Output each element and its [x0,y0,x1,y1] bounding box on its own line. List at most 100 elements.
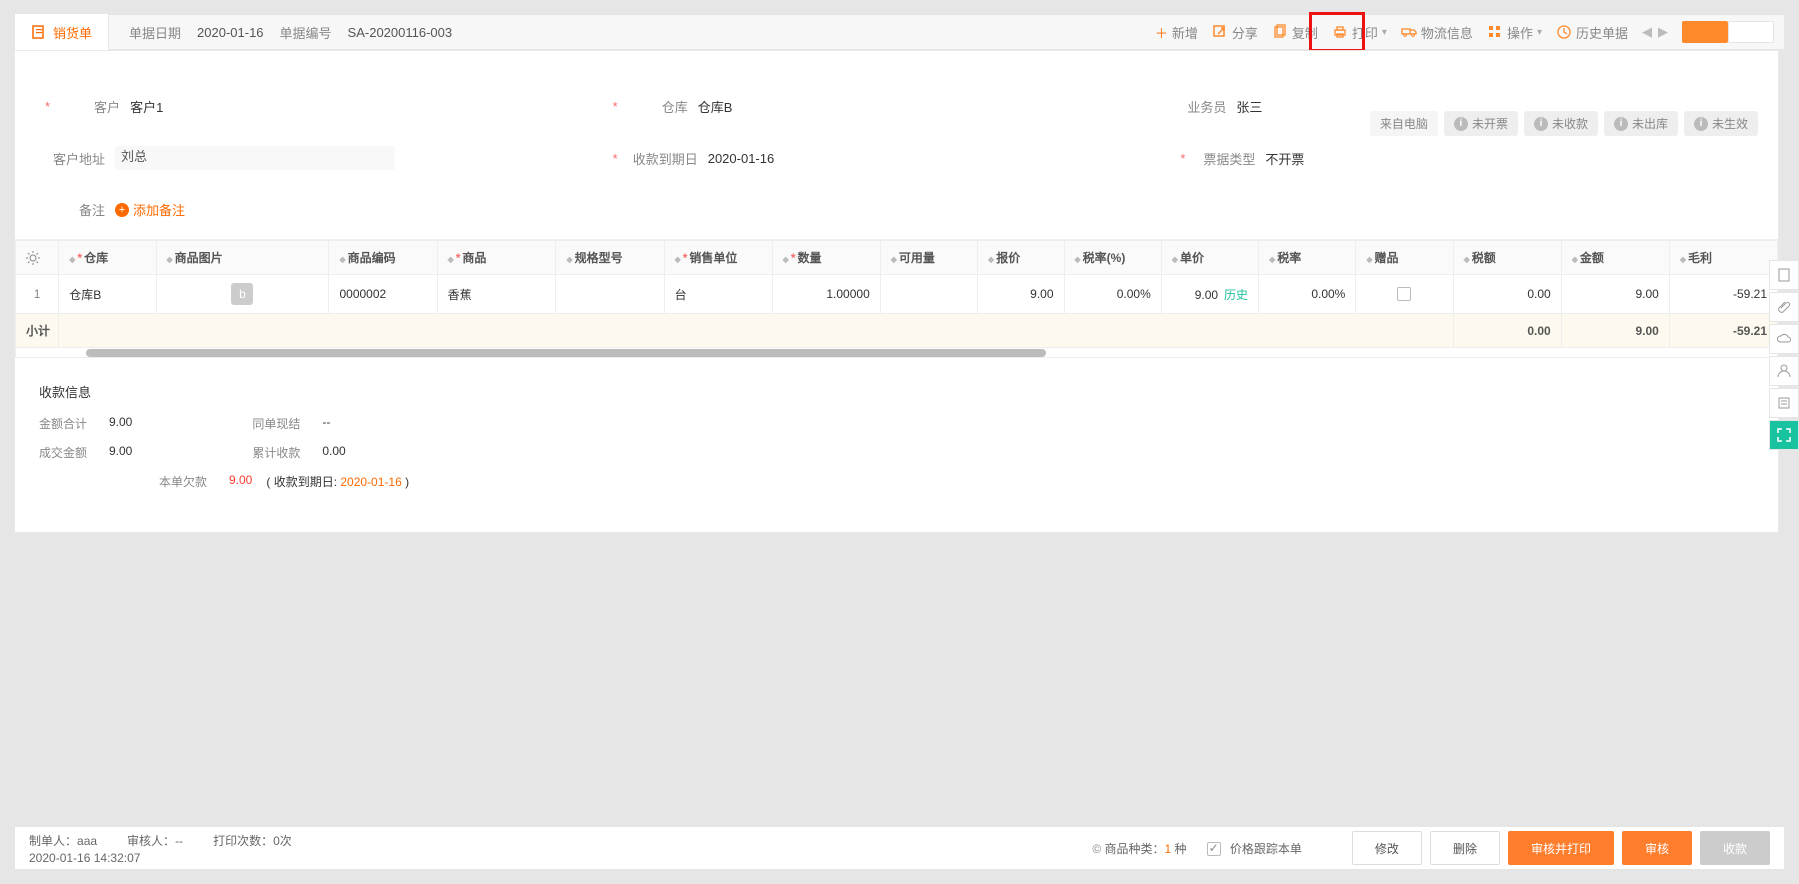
payinfo-title: 收款信息 [39,382,1748,401]
total-amount: 9.00 [109,415,132,432]
next-record[interactable]: ▶ [1658,24,1668,40]
cloud-icon [1776,331,1792,347]
status-inactive[interactable]: i未生效 [1684,111,1758,136]
chevron-down-icon: ▾ [1382,27,1387,38]
address-value[interactable]: 刘总 [115,146,395,170]
cell-product: 香蕉 [437,275,556,314]
info-icon: i [1534,117,1548,131]
edit-button[interactable]: 修改 [1352,831,1422,865]
payment-info: 收款信息 金额合计9.00 同单现结-- 成交金额9.00 累计收款0.00 本… [15,358,1778,532]
table-header: ◆*仓库 ◆商品图片 ◆商品编码 ◆*商品 ◆规格型号 ◆*销售单位 ◆*数量 … [16,241,1778,275]
cell-warehouse: 仓库B [59,275,156,314]
horizontal-scrollbar[interactable] [15,348,1778,358]
view-grid[interactable] [1728,21,1774,43]
logistics-button[interactable]: 物流信息 [1401,23,1473,42]
same-settle: -- [322,415,330,432]
date-value: 2020-01-16 [197,25,264,40]
rail-cloud[interactable] [1769,324,1799,354]
operate-button[interactable]: 操作 ▾ [1487,23,1542,42]
active-tab[interactable]: 销货单 [15,14,109,50]
col-unit[interactable]: ◆*销售单位 [664,241,772,275]
invoice-type-value[interactable]: 不开票 [1265,149,1304,168]
plus-circle-icon: + [115,203,129,217]
cell-rate: 0.00% [1064,275,1161,314]
cell-profit: -59.21 [1669,275,1777,314]
new-button[interactable]: ＋ 新增 [1155,23,1198,42]
note-icon [1776,267,1792,283]
status-unshipped[interactable]: i未出库 [1604,111,1678,136]
price-follow-checkbox[interactable] [1207,842,1221,856]
history-link[interactable]: 历史 [1224,288,1248,302]
owe-due-date: 2020-01-16 [340,475,401,489]
print-button[interactable]: 打印 ▾ [1332,23,1387,42]
owe-amount: 9.00 [229,473,252,490]
field-address: 客户地址 刘总 [45,146,613,170]
cell-price: 9.00 [978,275,1064,314]
attach-icon [1776,299,1792,315]
maker: aaa [77,834,97,848]
no-label: 单据编号 [280,23,332,42]
due-value[interactable]: 2020-01-16 [708,151,775,166]
audit-print-button[interactable]: 审核并打印 [1508,831,1614,865]
header-form: *客户 客户1 *仓库 仓库B 业务员 张三 客户地址 刘总 *收款到期日 20… [15,51,1778,229]
delete-button[interactable]: 删除 [1430,831,1500,865]
field-customer: *客户 客户1 [45,97,613,116]
auditor: -- [175,834,183,848]
view-toggle [1682,21,1774,43]
grid-icon [1487,24,1503,40]
cell-code: 0000002 [329,275,437,314]
view-list[interactable] [1682,21,1728,43]
col-product[interactable]: ◆*商品 [437,241,556,275]
customer-value[interactable]: 客户1 [130,97,163,116]
col-warehouse[interactable]: ◆*仓库 [59,241,156,275]
history-button[interactable]: 历史单据 [1556,23,1628,42]
cell-unit: 台 [664,275,772,314]
add-remark-button[interactable]: + 添加备注 [115,200,185,219]
prev-record[interactable]: ◀ [1642,24,1652,40]
col-gift[interactable]: ◆赠品 [1356,241,1453,275]
tab-title: 销货单 [53,23,92,42]
deal-amount: 9.00 [109,444,132,461]
col-code[interactable]: ◆商品编码 [329,241,437,275]
footer: 制单人：aaa 审核人：-- 打印次数：0次 2020-01-16 14:32:… [14,826,1785,870]
col-profit[interactable]: ◆毛利 [1669,241,1777,275]
gift-checkbox[interactable] [1397,287,1411,301]
table-row[interactable]: 1 仓库B b 0000002 香蕉 台 1.00000 9.00 0.00% … [16,275,1778,314]
print-count: 0次 [273,834,292,848]
warehouse-value[interactable]: 仓库B [698,97,733,116]
cell-amount: 9.00 [1561,275,1669,314]
image-placeholder-icon: b [231,283,253,305]
sku-summary: © 商品种类：1 种 [1092,840,1186,857]
status-unpaid[interactable]: i未收款 [1524,111,1598,136]
rail-note[interactable] [1769,260,1799,290]
audit-button[interactable]: 审核 [1622,831,1692,865]
col-unit-price[interactable]: ◆单价 [1161,241,1258,275]
col-rate[interactable]: ◆税率(%) [1064,241,1161,275]
col-tax-amount[interactable]: ◆税额 [1453,241,1561,275]
col-qty[interactable]: ◆*数量 [772,241,880,275]
col-price[interactable]: ◆报价 [978,241,1064,275]
scrollbar-thumb[interactable] [86,349,1046,357]
rail-log[interactable] [1769,388,1799,418]
copy-button[interactable]: 复制 [1272,23,1318,42]
rail-expand[interactable] [1769,420,1799,450]
column-settings[interactable] [16,241,59,275]
status-uninvoiced[interactable]: i未开票 [1444,111,1518,136]
main-panel: 来自电脑 i未开票 i未收款 i未出库 i未生效 *客户 客户1 *仓库 仓库B… [14,50,1779,533]
col-avail[interactable]: ◆可用量 [880,241,977,275]
share-button[interactable]: 分享 [1212,23,1258,42]
rail-user[interactable] [1769,356,1799,386]
price-follow[interactable]: 价格跟踪本单 [1207,840,1302,857]
col-image[interactable]: ◆商品图片 [156,241,329,275]
receive-button: 收款 [1700,831,1770,865]
field-invoice-type: *票据类型 不开票 [1180,146,1748,170]
field-warehouse: *仓库 仓库B [613,97,1181,116]
col-spec[interactable]: ◆规格型号 [556,241,664,275]
user-icon [1776,363,1792,379]
rail-attach[interactable] [1769,292,1799,322]
topbar: 销货单 单据日期 2020-01-16 单据编号 SA-20200116-003… [14,14,1785,50]
col-amount[interactable]: ◆金额 [1561,241,1669,275]
salesman-value[interactable]: 张三 [1236,97,1262,116]
col-tax-rate[interactable]: ◆税率 [1259,241,1356,275]
header-meta: 单据日期 2020-01-16 单据编号 SA-20200116-003 [129,23,452,42]
